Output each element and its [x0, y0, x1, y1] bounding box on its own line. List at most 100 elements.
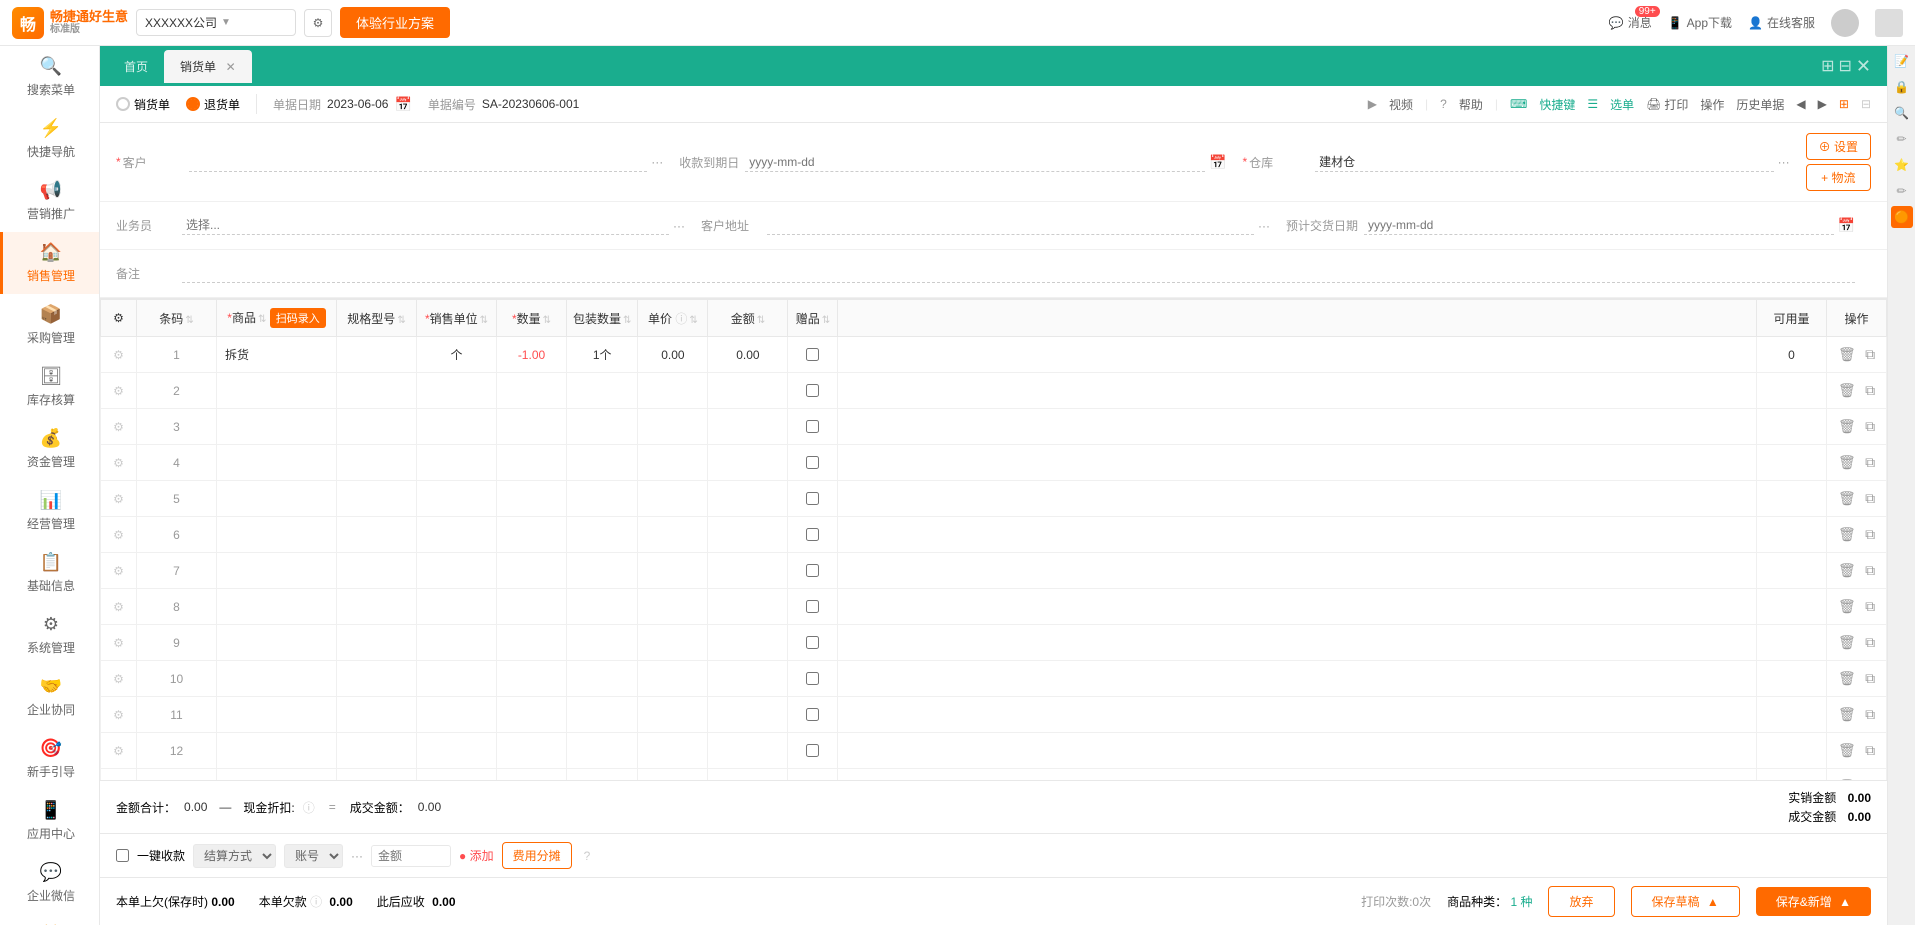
- grid-view-icon[interactable]: ⊞: [1839, 97, 1849, 111]
- row-gear-icon[interactable]: ⚙: [113, 744, 124, 758]
- add-payment-btn[interactable]: ● 添加: [459, 847, 494, 864]
- sidebar-item-search[interactable]: 🔍 搜索菜单: [0, 46, 99, 108]
- row-qty[interactable]: [497, 517, 567, 553]
- row-qty[interactable]: [497, 769, 567, 781]
- sidebar-item-guide[interactable]: 🎯 新手引导: [0, 728, 99, 790]
- row-copy-icon[interactable]: ⧉: [1865, 562, 1875, 578]
- row-gear-icon[interactable]: ⚙: [113, 600, 124, 614]
- remark-input[interactable]: [182, 264, 1855, 283]
- row-qty[interactable]: [497, 481, 567, 517]
- row-delete-icon[interactable]: 🗑: [1838, 598, 1856, 614]
- row-delete-icon[interactable]: 🗑: [1838, 634, 1856, 650]
- customer-input[interactable]: [189, 153, 648, 172]
- sort-unit-icon[interactable]: ⇅: [480, 315, 488, 326]
- price-info-icon[interactable]: ⓘ: [675, 312, 687, 326]
- shortcut-btn[interactable]: 快捷键: [1539, 96, 1575, 113]
- row-copy-icon[interactable]: ⧉: [1865, 742, 1875, 758]
- gear-header-icon[interactable]: ⚙: [113, 311, 124, 325]
- sidebar-item-wecom[interactable]: 💬 企业微信: [0, 852, 99, 914]
- save-draft-arrow-icon[interactable]: ▲: [1707, 895, 1719, 909]
- row-copy-icon[interactable]: ⧉: [1865, 598, 1875, 614]
- right-panel-btn4[interactable]: ✏: [1891, 128, 1913, 150]
- sidebar-item-capital[interactable]: 💰 资金管理: [0, 418, 99, 480]
- row-gear-icon[interactable]: ⚙: [113, 528, 124, 542]
- row-copy-icon[interactable]: ⧉: [1865, 706, 1875, 722]
- tab-close-all-icon[interactable]: ✕: [1856, 56, 1871, 77]
- row-qty[interactable]: [497, 661, 567, 697]
- tab-home[interactable]: 首页: [108, 50, 164, 83]
- tab-close-icon[interactable]: ✕: [226, 60, 236, 74]
- sidebar-item-inventory[interactable]: 🗄 库存核算: [0, 356, 99, 418]
- row-delete-icon[interactable]: 🗑: [1838, 670, 1856, 686]
- gift-checkbox[interactable]: [806, 600, 819, 613]
- payment-amount-input[interactable]: [371, 845, 451, 867]
- gift-checkbox[interactable]: [806, 528, 819, 541]
- row-copy-icon[interactable]: ⧉: [1865, 526, 1875, 542]
- radio-sales-order[interactable]: 销货单: [116, 96, 170, 113]
- col-gear[interactable]: ⚙: [101, 300, 137, 337]
- sort-barcode-icon[interactable]: ⇅: [185, 315, 193, 326]
- expense-btn[interactable]: 费用分摊: [502, 842, 572, 869]
- row-gear-icon[interactable]: ⚙: [113, 420, 124, 434]
- salesperson-input[interactable]: [182, 216, 669, 235]
- one-click-pay-checkbox[interactable]: [116, 849, 129, 862]
- radio-return-order[interactable]: 退货单: [186, 96, 240, 113]
- right-panel-btn5[interactable]: ⭐: [1891, 154, 1913, 176]
- row-delete-icon[interactable]: 🗑: [1838, 454, 1856, 470]
- right-panel-btn7[interactable]: 🟠: [1891, 206, 1913, 228]
- sidebar-item-system[interactable]: ⚙ 系统管理: [0, 604, 99, 666]
- gift-checkbox[interactable]: [806, 708, 819, 721]
- row-copy-icon[interactable]: ⧉: [1865, 634, 1875, 650]
- row-gear-icon[interactable]: ⚙: [113, 384, 124, 398]
- operate-btn[interactable]: 操作: [1700, 96, 1724, 113]
- customer-more-icon[interactable]: ···: [651, 155, 663, 169]
- help-btn[interactable]: 帮助: [1459, 96, 1483, 113]
- row-copy-icon[interactable]: ⧉: [1865, 454, 1875, 470]
- company-selector[interactable]: XXXXXX公司 ▼: [136, 9, 296, 36]
- sidebar-item-sales[interactable]: 🏠 销售管理: [0, 232, 99, 294]
- user-menu[interactable]: [1875, 9, 1903, 37]
- sort-gift-icon[interactable]: ⇅: [822, 315, 830, 326]
- settings-btn[interactable]: ⚙: [304, 9, 332, 37]
- row-copy-icon[interactable]: ⧉: [1865, 382, 1875, 398]
- payment-dots-icon[interactable]: ···: [351, 849, 363, 863]
- row-gear-icon[interactable]: ⚙: [113, 348, 124, 362]
- save-new-arrow-icon[interactable]: ▲: [1839, 895, 1851, 909]
- row-qty[interactable]: [497, 625, 567, 661]
- sort-price-icon[interactable]: ⇅: [689, 315, 697, 326]
- row-delete-icon[interactable]: 🗑: [1838, 418, 1856, 434]
- row-qty[interactable]: [497, 445, 567, 481]
- row-gear-icon[interactable]: ⚙: [113, 564, 124, 578]
- sort-product-icon[interactable]: ⇅: [258, 314, 266, 325]
- delivery-date-input[interactable]: [1364, 216, 1834, 235]
- right-panel-btn6[interactable]: ✏: [1891, 180, 1913, 202]
- row-gear-icon[interactable]: ⚙: [113, 672, 124, 686]
- row-delete-icon[interactable]: 🗑: [1838, 562, 1856, 578]
- row-qty[interactable]: [497, 553, 567, 589]
- sidebar-item-apps[interactable]: 📱 应用中心: [0, 790, 99, 852]
- sidebar-item-basic[interactable]: 📋 基础信息: [0, 542, 99, 604]
- sort-amount-icon[interactable]: ⇅: [757, 315, 765, 326]
- payment-due-calendar-icon[interactable]: 📅: [1209, 154, 1226, 171]
- delivery-calendar-icon[interactable]: 📅: [1838, 217, 1855, 234]
- settings-button[interactable]: ⊕ 设置: [1806, 133, 1871, 160]
- row-qty[interactable]: [497, 697, 567, 733]
- row-copy-icon[interactable]: ⧉: [1865, 418, 1875, 434]
- right-panel-btn1[interactable]: 📝: [1891, 50, 1913, 72]
- row-gear-icon[interactable]: ⚙: [113, 492, 124, 506]
- avatar[interactable]: [1831, 9, 1859, 37]
- gift-checkbox[interactable]: [806, 636, 819, 649]
- gift-checkbox[interactable]: [806, 456, 819, 469]
- row-qty[interactable]: [497, 409, 567, 445]
- row-qty[interactable]: [497, 589, 567, 625]
- app-download-btn[interactable]: 📱 App下载: [1668, 14, 1732, 31]
- payment-due-input[interactable]: [745, 153, 1205, 172]
- sort-spec-icon[interactable]: ⇅: [397, 315, 405, 326]
- row-gear-icon[interactable]: ⚙: [113, 636, 124, 650]
- sidebar-item-member[interactable]: 👑 畅会员: [0, 914, 99, 925]
- right-panel-btn2[interactable]: 🔒: [1891, 76, 1913, 98]
- save-new-btn[interactable]: 保存&新增 ▲: [1756, 887, 1871, 916]
- row-qty[interactable]: [497, 373, 567, 409]
- row-gear-icon[interactable]: ⚙: [113, 708, 124, 722]
- gift-checkbox[interactable]: [806, 384, 819, 397]
